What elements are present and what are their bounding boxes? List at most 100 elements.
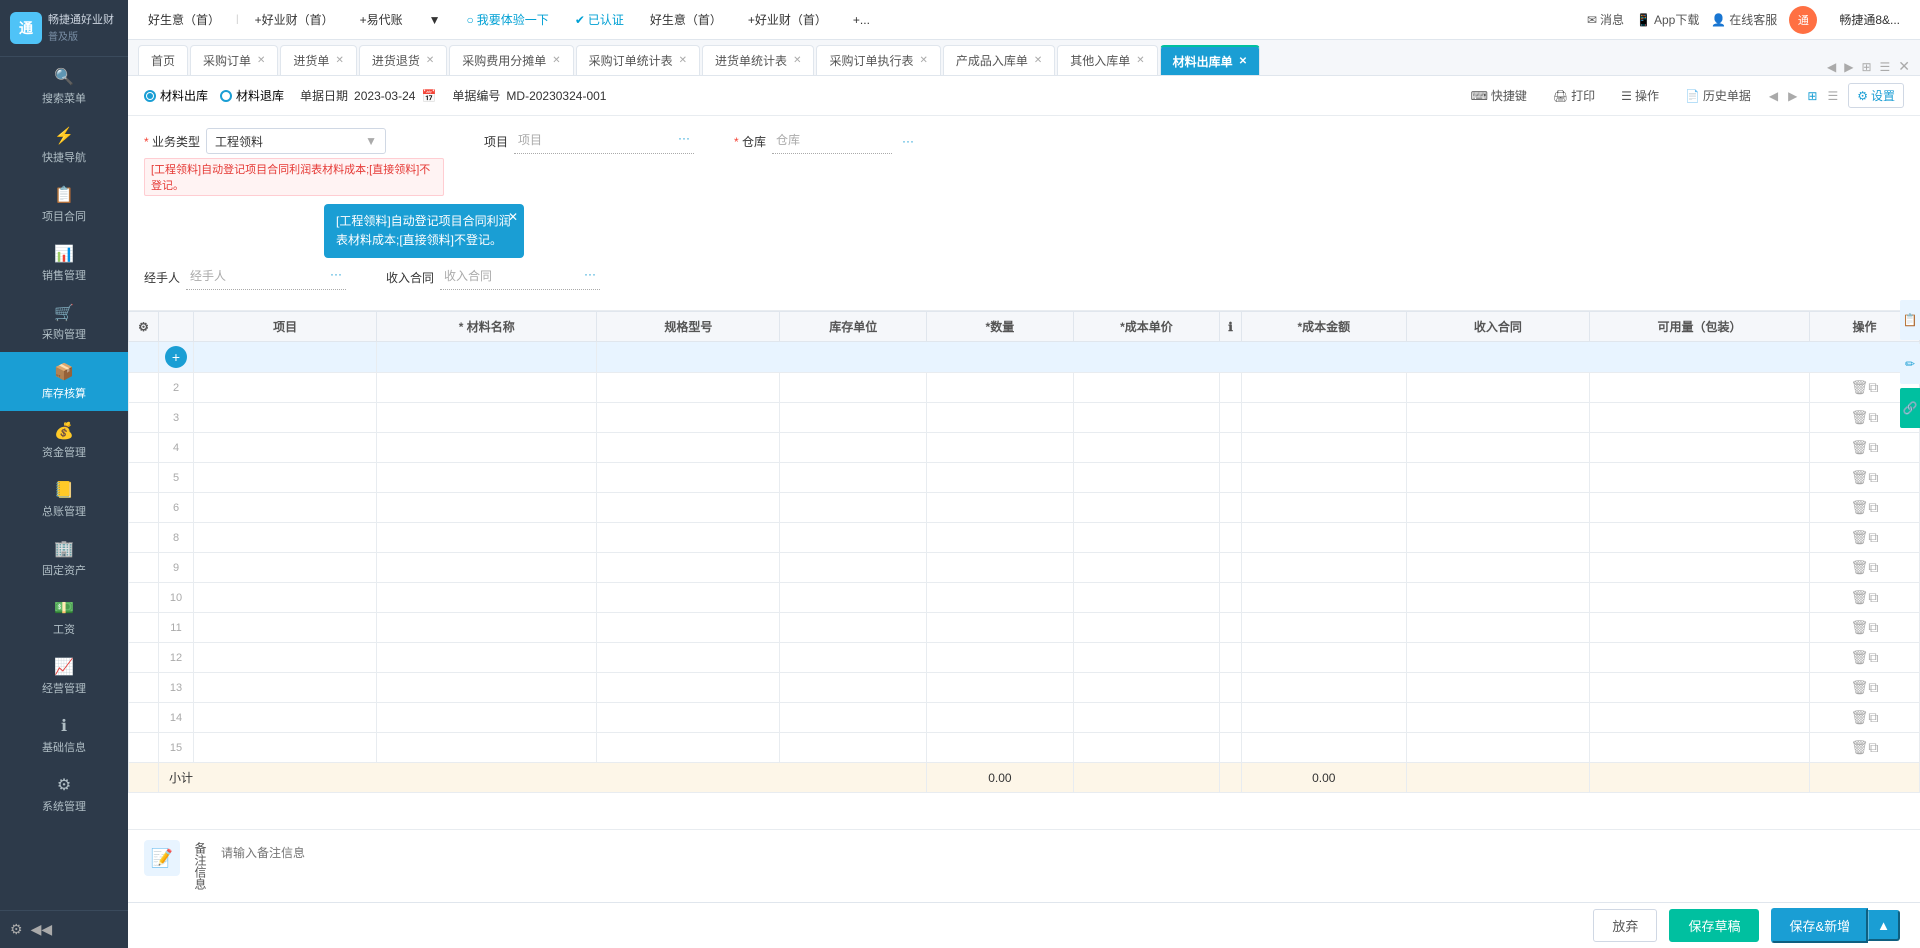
row1-material[interactable]	[377, 342, 597, 373]
copy-icon[interactable]: ⧉	[1868, 439, 1878, 455]
tab-purchase-expense-close[interactable]: ✕	[552, 55, 560, 66]
user-avatar[interactable]: 通	[1789, 6, 1817, 34]
settings-btn[interactable]: ⚙ 设置	[1848, 83, 1904, 108]
row1-project[interactable]	[194, 342, 377, 373]
top-nav-ydz[interactable]: +易代账	[350, 7, 413, 32]
tab-purchase-receipt-close[interactable]: ✕	[335, 55, 343, 66]
sidebar-item-business[interactable]: 📈 经营管理	[0, 647, 128, 706]
tab-other-in-close[interactable]: ✕	[1136, 55, 1144, 66]
tab-purchase-return[interactable]: 进货退货 ✕	[359, 45, 447, 75]
operation-btn[interactable]: ☰ 操作	[1613, 83, 1667, 108]
discard-btn[interactable]: 放弃	[1593, 909, 1657, 942]
tab-other-in[interactable]: 其他入库单 ✕	[1057, 45, 1157, 75]
delete-icon[interactable]: 🗑	[1851, 679, 1869, 695]
delete-icon[interactable]: 🗑	[1851, 619, 1869, 635]
top-nav-hsy2[interactable]: 好生意（首）	[640, 7, 732, 32]
tab-purchase-order[interactable]: 采购订单 ✕	[190, 45, 278, 75]
right-tool-2[interactable]: ✏	[1900, 344, 1920, 384]
sidebar-item-system[interactable]: ⚙ 系统管理	[0, 765, 128, 824]
copy-icon[interactable]: ⧉	[1868, 409, 1878, 425]
copy-icon[interactable]: ⧉	[1868, 379, 1878, 395]
copy-icon[interactable]: ⧉	[1868, 529, 1878, 545]
notes-icon[interactable]: 📝	[144, 840, 180, 876]
delete-icon[interactable]: 🗑	[1851, 409, 1869, 425]
delete-icon[interactable]: 🗑	[1851, 739, 1869, 755]
copy-icon[interactable]: ⧉	[1868, 589, 1878, 605]
sidebar-item-fixed-assets[interactable]: 🏢 固定资产	[0, 529, 128, 588]
radio-material-return[interactable]: 材料退库	[220, 87, 284, 104]
copy-icon[interactable]: ⧉	[1868, 619, 1878, 635]
tab-purchase-exec-close[interactable]: ✕	[919, 55, 927, 66]
online-service-btn[interactable]: 👤 在线客服	[1711, 11, 1777, 28]
tab-purchase-order-close[interactable]: ✕	[257, 55, 265, 66]
top-nav-hyc2[interactable]: +好业财（首）	[738, 7, 837, 32]
radio-material-out[interactable]: 材料出库	[144, 87, 208, 104]
delete-icon[interactable]: 🗑	[1851, 559, 1869, 575]
save-new-arrow-btn[interactable]: ▲	[1868, 910, 1900, 941]
th-info[interactable]: ℹ	[1220, 312, 1242, 342]
top-nav-more[interactable]: +...	[843, 9, 880, 31]
close-all-tabs-icon[interactable]: ✕	[1898, 58, 1910, 75]
list-view-icon[interactable]: ☰	[1827, 89, 1838, 103]
copy-icon[interactable]: ⧉	[1868, 559, 1878, 575]
sidebar-item-ledger[interactable]: 📒 总账管理	[0, 470, 128, 529]
sidebar-collapse-icon[interactable]: ◀◀	[31, 921, 53, 938]
sidebar-item-purchase[interactable]: 🛒 采购管理	[0, 293, 128, 352]
top-nav-hsy1[interactable]: 好生意（首）	[138, 7, 230, 32]
th-settings[interactable]: ⚙	[129, 312, 159, 342]
delete-icon[interactable]: 🗑	[1851, 529, 1869, 545]
sidebar-item-inventory[interactable]: 📦 库存核算	[0, 352, 128, 411]
tab-bar-forward-icon[interactable]: ▶	[1844, 60, 1853, 74]
tab-bar-back-icon[interactable]: ◀	[1827, 60, 1836, 74]
sidebar-item-basic-info[interactable]: ℹ 基础信息	[0, 706, 128, 765]
nav-prev-icon[interactable]: ◀	[1769, 89, 1778, 103]
tab-product-in[interactable]: 产成品入库单 ✕	[943, 45, 1055, 75]
top-nav-certified[interactable]: ✔ 已认证	[565, 7, 634, 32]
tab-receipt-stat[interactable]: 进货单统计表 ✕	[702, 45, 814, 75]
sidebar-item-quick-nav[interactable]: ⚡ 快捷导航	[0, 116, 128, 175]
delete-icon[interactable]: 🗑	[1851, 499, 1869, 515]
notes-input[interactable]	[221, 840, 1904, 866]
copy-icon[interactable]: ⧉	[1868, 649, 1878, 665]
print-btn[interactable]: 🖨 打印	[1545, 83, 1603, 108]
delete-icon[interactable]: 🗑	[1851, 379, 1869, 395]
save-new-main-btn[interactable]: 保存&新增	[1771, 908, 1868, 943]
income-contract-input[interactable]: 收入合同 ···	[440, 264, 600, 290]
tooltip-close-btn[interactable]: ✕	[508, 208, 518, 227]
top-nav-dropdown-arrow[interactable]: ▼	[419, 9, 451, 31]
warehouse-input[interactable]: 仓库	[772, 128, 892, 154]
top-nav-hyc1[interactable]: +好业财（首）	[245, 7, 344, 32]
user-name[interactable]: 畅捷通8&...	[1829, 7, 1910, 32]
sidebar-settings-icon[interactable]: ⚙	[10, 921, 23, 938]
right-tool-3[interactable]: 🔗	[1900, 388, 1920, 428]
date-value[interactable]: 2023-03-24	[354, 89, 415, 103]
tab-product-in-close[interactable]: ✕	[1034, 55, 1042, 66]
nav-next-icon[interactable]: ▶	[1788, 89, 1797, 103]
history-btn[interactable]: 📄 历史单据	[1677, 83, 1759, 108]
copy-icon[interactable]: ⧉	[1868, 469, 1878, 485]
sidebar-item-finance[interactable]: 💰 资金管理	[0, 411, 128, 470]
tab-purchase-stat[interactable]: 采购订单统计表 ✕	[576, 45, 700, 75]
tab-material-out-close[interactable]: ✕	[1239, 56, 1247, 67]
grid-view-icon[interactable]: ⊞	[1807, 89, 1817, 103]
delete-icon[interactable]: 🗑	[1851, 469, 1869, 485]
sidebar-item-salary[interactable]: 💵 工资	[0, 588, 128, 647]
row1-spec[interactable]	[597, 342, 1920, 373]
biz-type-select[interactable]: 工程领料 ▼	[206, 128, 386, 154]
copy-icon[interactable]: ⧉	[1868, 739, 1878, 755]
message-btn[interactable]: ✉ 消息	[1587, 11, 1624, 28]
add-row-btn[interactable]: +	[165, 346, 187, 368]
tab-purchase-exec[interactable]: 采购订单执行表 ✕	[816, 45, 940, 75]
right-tool-1[interactable]: 📋	[1900, 300, 1920, 340]
tab-purchase-receipt[interactable]: 进货单 ✕	[280, 45, 356, 75]
tab-bar-grid-icon[interactable]: ⊞	[1861, 60, 1871, 74]
sidebar-item-project-contract[interactable]: 📋 项目合同	[0, 175, 128, 234]
tab-home[interactable]: 首页	[138, 45, 188, 75]
project-input[interactable]: 项目 ···	[514, 128, 694, 154]
order-value[interactable]: MD-20230324-001	[506, 89, 606, 103]
tab-purchase-return-close[interactable]: ✕	[426, 55, 434, 66]
shortcut-btn[interactable]: ⌨ 快捷键	[1463, 83, 1535, 108]
copy-icon[interactable]: ⧉	[1868, 709, 1878, 725]
handler-input[interactable]: 经手人 ···	[186, 264, 346, 290]
delete-icon[interactable]: 🗑	[1851, 709, 1869, 725]
